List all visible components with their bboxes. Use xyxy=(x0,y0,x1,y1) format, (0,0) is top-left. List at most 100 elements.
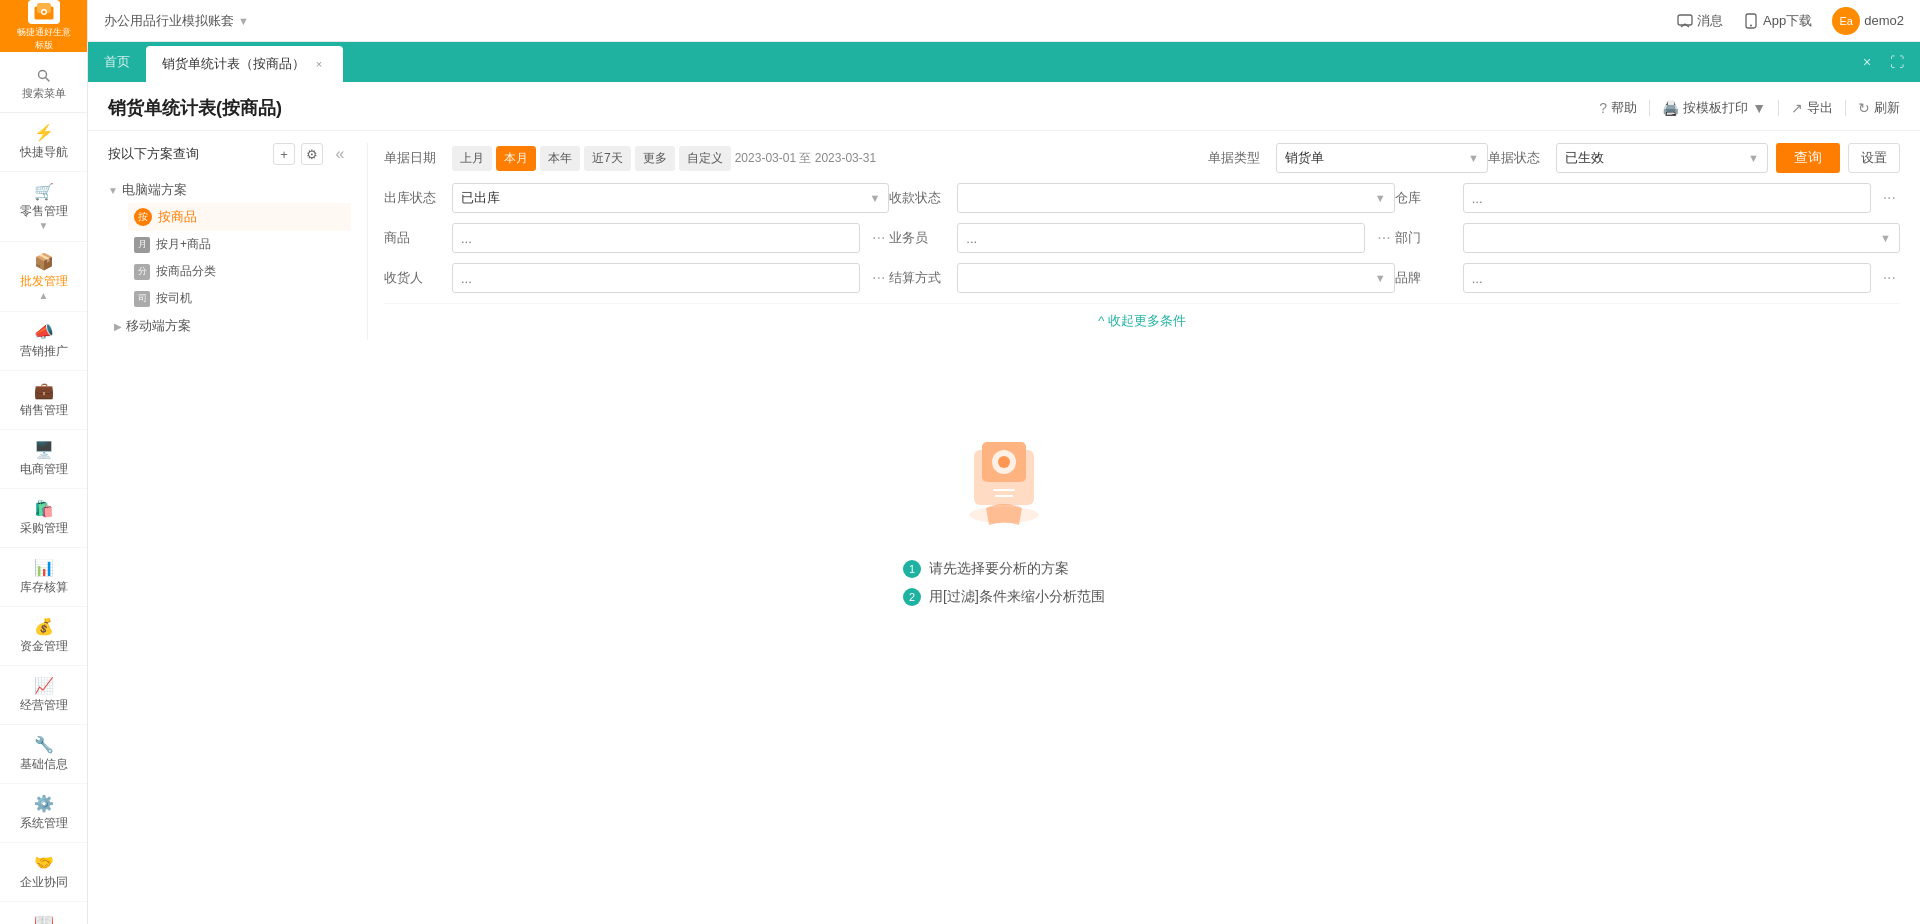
filter-cell-recv-status: 收款状态 ▼ xyxy=(889,183,1394,213)
retail-label: 零售管理 xyxy=(20,203,68,220)
goods-dots-btn[interactable]: ··· xyxy=(868,229,889,247)
tab-close-btn[interactable]: × xyxy=(1856,51,1878,73)
empty-illustration xyxy=(944,420,1064,540)
date-more-btn[interactable]: 更多 xyxy=(635,146,675,171)
tab-close-icon[interactable]: × xyxy=(311,56,327,72)
corp-label: 企业协同 xyxy=(20,874,68,891)
divider-1 xyxy=(1649,100,1650,116)
sidebar-item-sales[interactable]: 💼 销售管理 xyxy=(0,371,87,430)
date-last-month-btn[interactable]: 上月 xyxy=(452,146,492,171)
desktop-arrow-icon: ▼ xyxy=(108,185,118,196)
status-select[interactable]: 已生效 ▼ xyxy=(1556,143,1768,173)
date-custom-btn[interactable]: 自定义 xyxy=(679,146,731,171)
receiver-input[interactable] xyxy=(452,263,860,293)
app-name-label: 畅捷通好生意 xyxy=(17,26,71,39)
sidebar-item-operation[interactable]: 📈 经营管理 xyxy=(0,666,87,725)
app-download-btn[interactable]: App下载 xyxy=(1743,12,1812,30)
date-7days-btn[interactable]: 近7天 xyxy=(584,146,631,171)
sidebar-item-newbie[interactable]: 📖 新手引导 xyxy=(0,902,87,924)
filter-cell-goods: 商品 ··· xyxy=(384,223,889,253)
system-label: 系统管理 xyxy=(20,815,68,832)
user-profile[interactable]: Ea demo2 xyxy=(1832,7,1904,35)
svg-point-8 xyxy=(1750,24,1752,26)
tab-home[interactable]: 首页 xyxy=(88,42,146,82)
settings-scheme-btn[interactable]: ⚙ xyxy=(301,143,323,165)
ecom-label: 电商管理 xyxy=(20,461,68,478)
sidebar-item-corp[interactable]: 🤝 企业协同 xyxy=(0,843,87,902)
step-2-text: 用[过滤]条件来缩小分析范围 xyxy=(929,588,1105,606)
help-btn[interactable]: ? 帮助 xyxy=(1599,99,1637,117)
staff-dots-btn[interactable]: ··· xyxy=(1373,229,1394,247)
print-label: 按模板打印 xyxy=(1683,99,1748,117)
scheme-by-product[interactable]: 按 按商品 xyxy=(128,203,351,231)
brand-dots-btn[interactable]: ··· xyxy=(1879,269,1900,287)
scheme-by-product-icon: 按 xyxy=(134,208,152,226)
tab-maximize-btn[interactable]: ⛶ xyxy=(1886,51,1908,73)
sidebar-item-ecom[interactable]: 🖥️ 电商管理 xyxy=(0,430,87,489)
brand-input[interactable] xyxy=(1463,263,1871,293)
sidebar-item-purchase[interactable]: 🛍️ 采购管理 xyxy=(0,489,87,548)
filter-row-1: 单据日期 上月 本月 本年 近7天 更多 自定义 2023-03-01 xyxy=(384,143,1900,173)
status-chevron-icon: ▼ xyxy=(1748,152,1759,164)
payment-select[interactable]: ▼ xyxy=(957,263,1394,293)
mobile-group[interactable]: ▶ 移动端方案 xyxy=(108,312,351,340)
desktop-group[interactable]: ▼ 电脑端方案 xyxy=(108,177,351,203)
goods-input[interactable] xyxy=(452,223,860,253)
phone-icon xyxy=(1743,13,1759,29)
filter-collapse-bar[interactable]: ^ 收起更多条件 xyxy=(384,303,1900,340)
desktop-group-label: 电脑端方案 xyxy=(122,181,187,199)
sidebar-item-finance[interactable]: 💰 资金管理 xyxy=(0,607,87,666)
date-this-month-btn[interactable]: 本月 xyxy=(496,146,536,171)
warehouse-input[interactable] xyxy=(1463,183,1871,213)
query-btn[interactable]: 查询 xyxy=(1776,143,1840,173)
export-btn[interactable]: ↗ 导出 xyxy=(1791,99,1833,117)
refresh-btn[interactable]: ↻ 刷新 xyxy=(1858,99,1900,117)
add-scheme-btn[interactable]: + xyxy=(273,143,295,165)
message-btn[interactable]: 消息 xyxy=(1677,12,1723,30)
tab-sales-stat[interactable]: 销货单统计表（按商品） × xyxy=(146,46,343,82)
staff-label: 业务员 xyxy=(889,229,949,247)
receiver-dots-btn[interactable]: ··· xyxy=(868,269,889,287)
svg-point-3 xyxy=(42,11,45,14)
scheme-by-printer[interactable]: 司 按司机 xyxy=(128,285,351,312)
message-icon xyxy=(1677,13,1693,29)
inventory-icon: 📊 xyxy=(34,558,54,577)
filter-cell-payment: 结算方式 ▼ xyxy=(889,263,1394,293)
staff-input[interactable] xyxy=(957,223,1365,253)
user-name: demo2 xyxy=(1864,13,1904,28)
search-menu-btn[interactable]: 搜索菜单 xyxy=(22,62,66,107)
sidebar-item-marketing[interactable]: 📣 营销推广 xyxy=(0,312,87,371)
sidebar-item-basic[interactable]: 🔧 基础信息 xyxy=(0,725,87,784)
marketing-label: 营销推广 xyxy=(20,343,68,360)
tree-sub: 按 按商品 月 按月+商品 分 按商品分类 xyxy=(108,203,351,312)
scheme-by-month-product[interactable]: 月 按月+商品 xyxy=(128,231,351,258)
warehouse-dots-btn[interactable]: ··· xyxy=(1879,189,1900,207)
type-select[interactable]: 销货单 ▼ xyxy=(1276,143,1488,173)
step-2-num: 2 xyxy=(903,588,921,606)
date-this-year-btn[interactable]: 本年 xyxy=(540,146,580,171)
sidebar-item-inventory[interactable]: 📊 库存核算 xyxy=(0,548,87,607)
shortcut-icon: ⚡ xyxy=(34,123,54,142)
scheme-by-printer-icon: 司 xyxy=(134,291,150,307)
retail-icon: 🛒 xyxy=(34,182,54,201)
out-status-select[interactable]: 已出库 ▼ xyxy=(452,183,889,213)
type-chevron-icon: ▼ xyxy=(1468,152,1479,164)
sidebar-item-system[interactable]: ⚙️ 系统管理 xyxy=(0,784,87,843)
warehouse-label: 仓库 xyxy=(1395,189,1455,207)
wholesale-arrow: ▲ xyxy=(39,290,49,301)
sidebar-item-wholesale[interactable]: 📦 批发管理 ▲ xyxy=(0,242,87,312)
scheme-by-category[interactable]: 分 按商品分类 xyxy=(128,258,351,285)
filter-cell-brand: 品牌 ··· xyxy=(1395,263,1900,293)
workspace-selector[interactable]: 办公用品行业模拟账套 ▼ xyxy=(104,12,249,30)
filter-cell-out-status: 出库状态 已出库 ▼ xyxy=(384,183,889,213)
scheme-by-printer-label: 按司机 xyxy=(156,290,192,307)
collapse-panel-btn[interactable]: « xyxy=(329,143,351,165)
sidebar-item-retail[interactable]: 🛒 零售管理 ▼ xyxy=(0,172,87,242)
sidebar-item-shortcut[interactable]: ⚡ 快捷导航 xyxy=(0,113,87,172)
type-label: 单据类型 xyxy=(1208,149,1268,167)
recv-status-select[interactable]: ▼ xyxy=(957,183,1394,213)
settings-btn[interactable]: 设置 xyxy=(1848,143,1900,173)
receiver-label: 收货人 xyxy=(384,269,444,287)
dept-select[interactable]: ▼ xyxy=(1463,223,1900,253)
print-btn[interactable]: 🖨️ 按模板打印 ▼ xyxy=(1662,99,1766,117)
